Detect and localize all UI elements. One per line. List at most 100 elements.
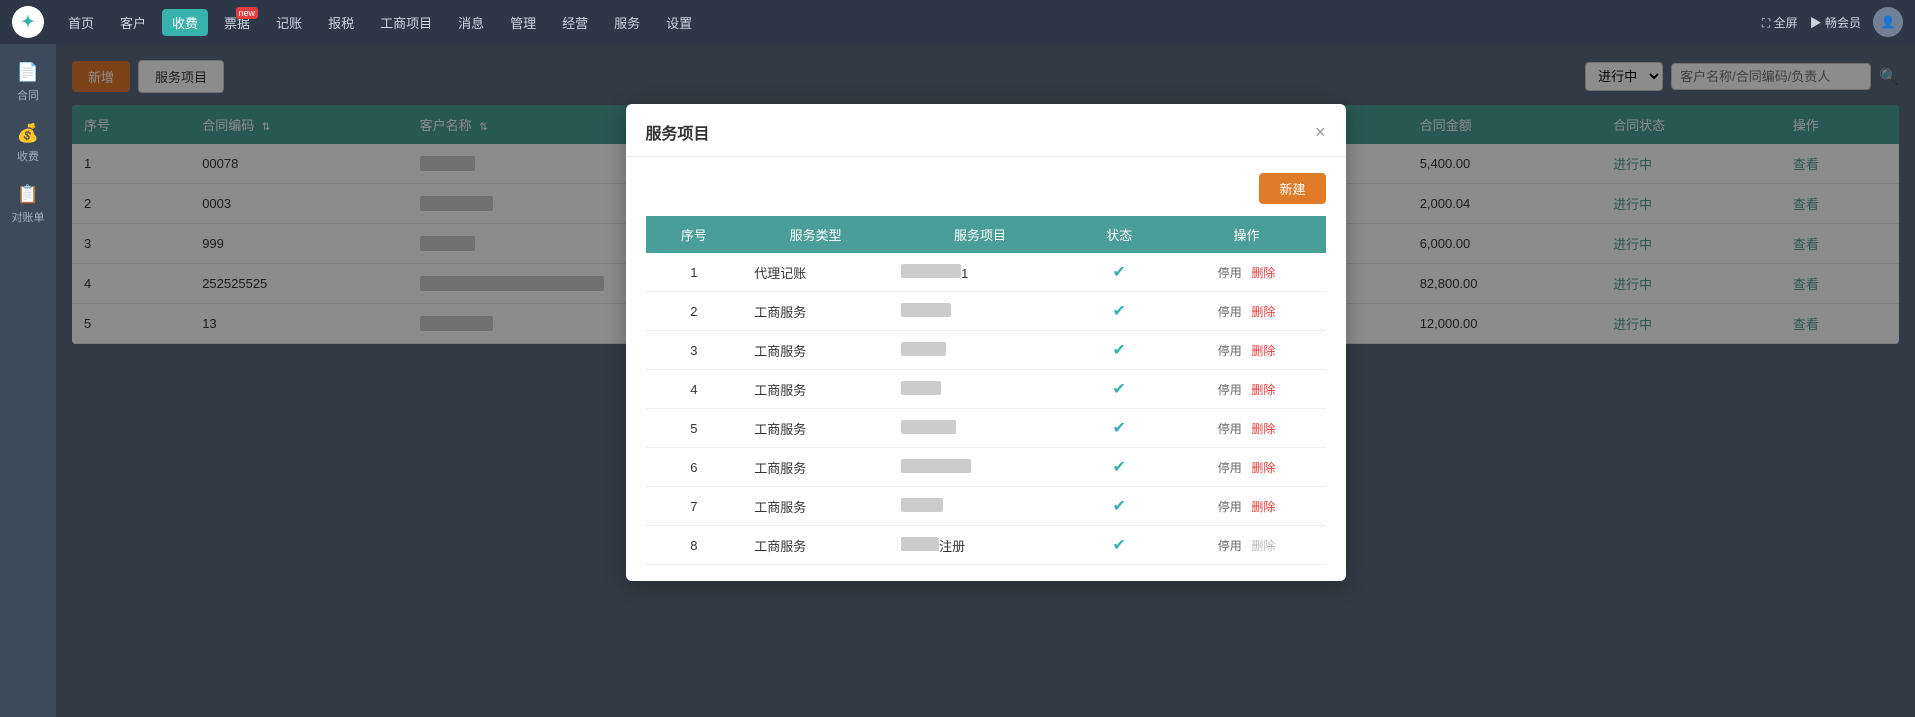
modal-cell-action: 停用 删除	[1168, 487, 1326, 526]
sidebar-label-reconcile: 对账单	[12, 209, 45, 225]
stop-button[interactable]: 停用	[1218, 303, 1242, 320]
modal-cell-name	[889, 292, 1071, 331]
modal-cell-status: ✔	[1071, 526, 1168, 565]
modal-title: 服务项目	[646, 120, 710, 144]
modal-cell-action: 停用 删除	[1168, 331, 1326, 370]
modal-cell-action: 停用 删除	[1168, 370, 1326, 409]
nav-fee[interactable]: 收费	[162, 9, 208, 36]
modal-cell-name	[889, 370, 1071, 409]
modal-cell-status: ✔	[1071, 253, 1168, 292]
modal-cell-status: ✔	[1071, 331, 1168, 370]
modal-cell-name: 1	[889, 253, 1071, 292]
list-item: 7 工商服务 ✔ 停用 删除	[646, 487, 1326, 526]
modal-cell-status: ✔	[1071, 487, 1168, 526]
list-item: 8 工商服务 注册 ✔ 停用 删除	[646, 526, 1326, 565]
delete-button[interactable]: 删除	[1251, 342, 1275, 359]
modal-cell-seq: 3	[646, 331, 743, 370]
modal-cell-action: 停用 删除	[1168, 448, 1326, 487]
delete-button[interactable]: 删除	[1251, 264, 1275, 281]
list-item: 2 工商服务 ✔ 停用 删除	[646, 292, 1326, 331]
modal-col-action: 操作	[1168, 216, 1326, 253]
nav-industry[interactable]: 工商项目	[370, 9, 442, 36]
modal-cell-seq: 6	[646, 448, 743, 487]
modal-cell-type: 工商服务	[742, 526, 889, 565]
sidebar-label-fee: 收费	[17, 148, 39, 164]
modal-cell-seq: 7	[646, 487, 743, 526]
modal-table-wrapper[interactable]: 序号 服务类型 服务项目 状态 操作 1 代理记账 1 ✔	[646, 216, 1326, 565]
stop-button[interactable]: 停用	[1218, 342, 1242, 359]
modal-close-button[interactable]: ×	[1315, 122, 1326, 143]
stop-button[interactable]: 停用	[1218, 459, 1242, 476]
modal-cell-seq: 8	[646, 526, 743, 565]
delete-button[interactable]: 删除	[1251, 498, 1275, 515]
delete-button[interactable]: 删除	[1251, 459, 1275, 476]
modal-cell-status: ✔	[1071, 448, 1168, 487]
modal-cell-type: 工商服务	[742, 487, 889, 526]
nav-tax[interactable]: 报税	[318, 9, 364, 36]
modal-cell-name	[889, 448, 1071, 487]
modal-header: 服务项目 ×	[626, 104, 1346, 157]
modal-cell-action: 停用 删除	[1168, 253, 1326, 292]
modal-cell-seq: 4	[646, 370, 743, 409]
modal-overlay[interactable]: 服务项目 × 新建 序号 服务类型 服务项目 状态 操作	[56, 44, 1915, 717]
nav-right: ⛶ 全屏 ▶ 畅会员 👤	[1762, 7, 1903, 37]
modal-cell-action: 停用 删除	[1168, 526, 1326, 565]
modal-col-type: 服务类型	[742, 216, 889, 253]
modal-cell-name: 注册	[889, 526, 1071, 565]
delete-button[interactable]: 删除	[1251, 537, 1275, 554]
nav-operation[interactable]: 经营	[552, 9, 598, 36]
nav-home[interactable]: 首页	[58, 9, 104, 36]
delete-button[interactable]: 删除	[1251, 420, 1275, 437]
modal-cell-status: ✔	[1071, 409, 1168, 448]
logo-icon: ✦	[12, 6, 44, 38]
modal-cell-type: 工商服务	[742, 331, 889, 370]
fee-icon: 💰	[17, 123, 39, 144]
modal-cell-name	[889, 409, 1071, 448]
modal-new-button[interactable]: 新建	[1259, 173, 1325, 204]
list-item: 4 工商服务 ✔ 停用 删除	[646, 370, 1326, 409]
modal-cell-name	[889, 331, 1071, 370]
sidebar: 📄 合同 💰 收费 📋 对账单	[0, 44, 56, 717]
modal-cell-seq: 2	[646, 292, 743, 331]
sidebar-item-reconcile[interactable]: 📋 对账单	[3, 176, 53, 233]
list-item: 6 工商服务 ✔ 停用 删除	[646, 448, 1326, 487]
modal-col-seq: 序号	[646, 216, 743, 253]
list-item: 5 工商服务 ✔ 停用 删除	[646, 409, 1326, 448]
stop-button[interactable]: 停用	[1218, 264, 1242, 281]
modal-cell-type: 代理记账	[742, 253, 889, 292]
delete-button[interactable]: 删除	[1251, 381, 1275, 398]
nav-bill[interactable]: 票据 new	[214, 9, 260, 36]
modal-cell-type: 工商服务	[742, 409, 889, 448]
stop-button[interactable]: 停用	[1218, 537, 1242, 554]
modal-body: 新建 序号 服务类型 服务项目 状态 操作	[626, 157, 1346, 581]
delete-button[interactable]: 删除	[1251, 303, 1275, 320]
modal-cell-type: 工商服务	[742, 448, 889, 487]
avatar[interactable]: 👤	[1873, 7, 1903, 37]
fullscreen-btn[interactable]: ⛶ 全屏	[1762, 14, 1798, 31]
modal-cell-status: ✔	[1071, 370, 1168, 409]
nav-message[interactable]: 消息	[448, 9, 494, 36]
nav-customer[interactable]: 客户	[110, 9, 156, 36]
stop-button[interactable]: 停用	[1218, 420, 1242, 437]
top-nav: ✦ 首页 客户 收费 票据 new 记账 报税 工商项目 消息 管理 经营 服务…	[0, 0, 1915, 44]
modal-cell-type: 工商服务	[742, 370, 889, 409]
list-item: 1 代理记账 1 ✔ 停用 删除	[646, 253, 1326, 292]
nav-manage[interactable]: 管理	[500, 9, 546, 36]
nav-settings[interactable]: 设置	[656, 9, 702, 36]
service-items-modal: 服务项目 × 新建 序号 服务类型 服务项目 状态 操作	[626, 104, 1346, 581]
sidebar-item-contract[interactable]: 📄 合同	[3, 54, 53, 111]
modal-cell-seq: 5	[646, 409, 743, 448]
nav-service[interactable]: 服务	[604, 9, 650, 36]
modal-cell-type: 工商服务	[742, 292, 889, 331]
reconcile-icon: 📋	[17, 184, 39, 205]
nav-bookkeeping[interactable]: 记账	[266, 9, 312, 36]
stop-button[interactable]: 停用	[1218, 498, 1242, 515]
stop-button[interactable]: 停用	[1218, 381, 1242, 398]
modal-col-status: 状态	[1071, 216, 1168, 253]
member-btn[interactable]: ▶ 畅会员	[1810, 14, 1861, 31]
service-items-table: 序号 服务类型 服务项目 状态 操作 1 代理记账 1 ✔	[646, 216, 1326, 565]
modal-col-name: 服务项目	[889, 216, 1071, 253]
sidebar-label-contract: 合同	[17, 87, 39, 103]
sidebar-item-fee[interactable]: 💰 收费	[3, 115, 53, 172]
list-item: 3 工商服务 ✔ 停用 删除	[646, 331, 1326, 370]
